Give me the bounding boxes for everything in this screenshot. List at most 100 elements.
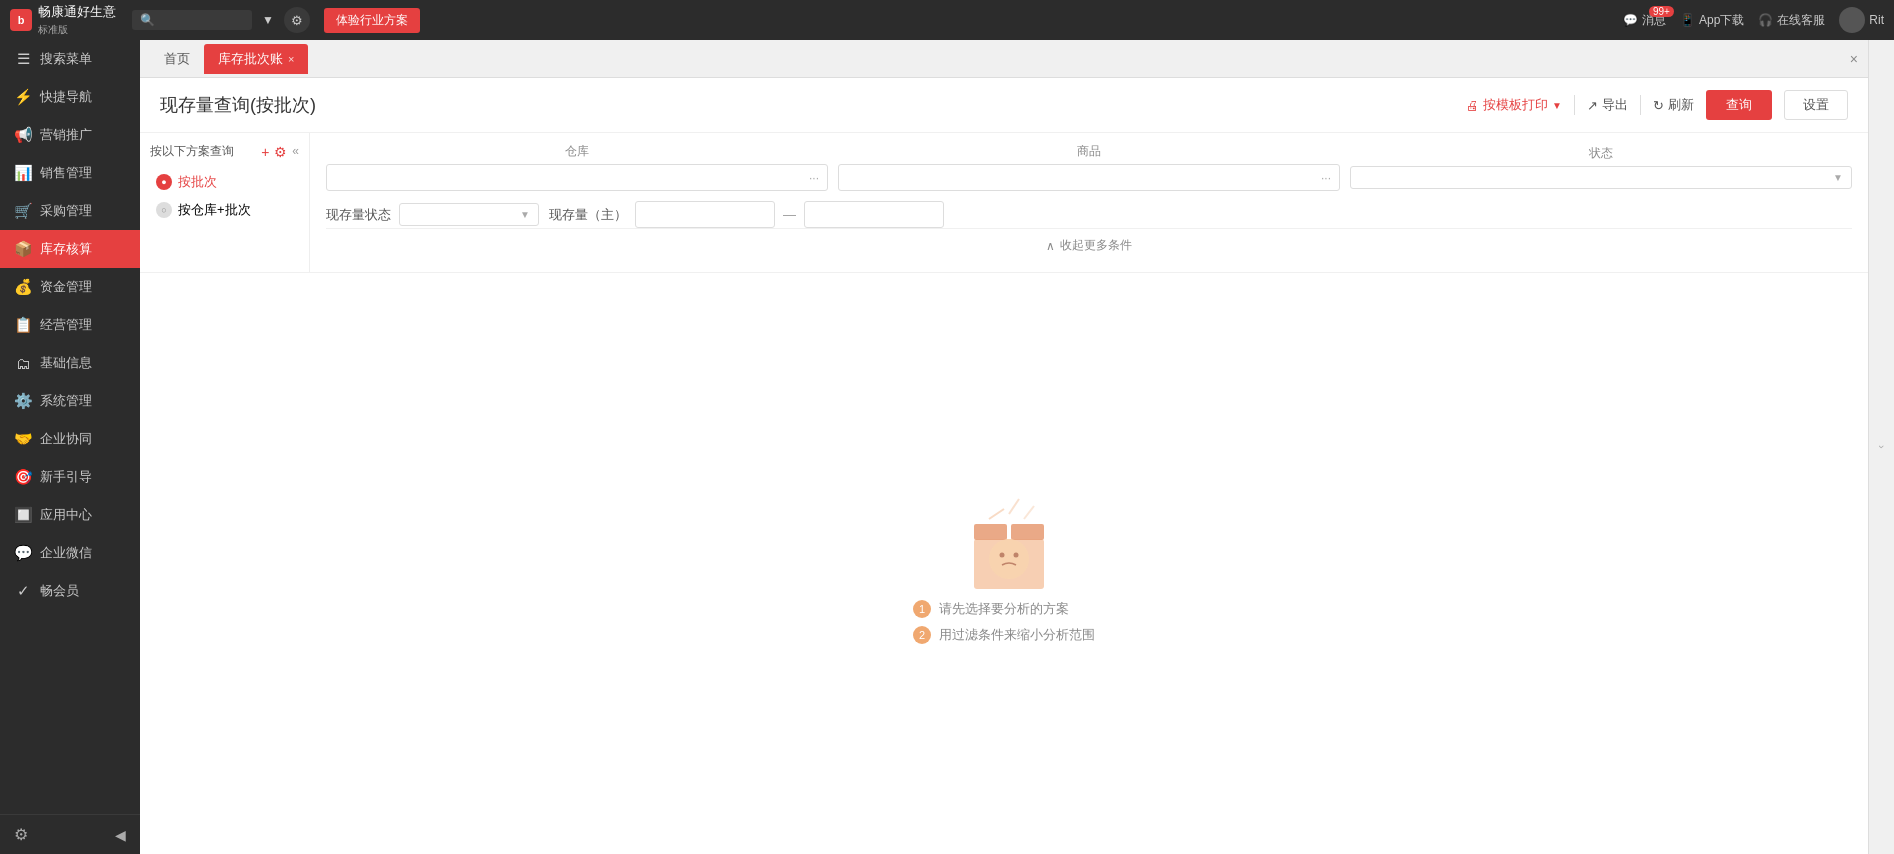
export-label: 导出 <box>1602 96 1628 114</box>
tab-inventory-batch[interactable]: 库存批次账 × <box>204 44 308 74</box>
sidebar-label-marketing: 营销推广 <box>40 126 92 144</box>
tab-active-label: 库存批次账 <box>218 50 283 68</box>
user-profile[interactable]: Rit <box>1839 7 1884 33</box>
version-badge: 标准版 <box>38 23 116 37</box>
sidebar-label-operation: 经营管理 <box>40 316 92 334</box>
system-icon: ⚙️ <box>14 392 32 410</box>
sidebar-item-wechat[interactable]: 💬 企业微信 <box>0 534 140 572</box>
sidebar-collapse-icon[interactable]: ◀ <box>115 827 126 843</box>
collapse-label: 收起更多条件 <box>1060 237 1132 254</box>
hint-1-num: 1 <box>913 600 931 618</box>
sidebar-item-quick-nav[interactable]: ⚡ 快捷导航 <box>0 78 140 116</box>
panel-close-button[interactable]: × <box>1850 51 1858 67</box>
stock-status-select[interactable]: ▼ <box>399 203 539 226</box>
sidebar-item-purchase[interactable]: 🛒 采购管理 <box>0 192 140 230</box>
message-icon: 💬 <box>1623 13 1638 27</box>
sidebar-label-appstore: 应用中心 <box>40 506 92 524</box>
scheme-item-batch[interactable]: ● 按批次 <box>150 168 299 196</box>
print-button[interactable]: 🖨 按模板打印 ▼ <box>1466 96 1562 114</box>
settings-button[interactable]: 设置 <box>1784 90 1848 120</box>
newbie-icon: 🎯 <box>14 468 32 486</box>
warehouse-more-icon[interactable]: ··· <box>809 171 819 185</box>
top-header: b 畅康通好生意 标准版 🔍 ▼ ⚙ 体验行业方案 💬 消息 99+ 📱 App… <box>0 0 1894 40</box>
warehouse-text-input[interactable] <box>335 170 809 185</box>
sidebar-item-finance[interactable]: 💰 资金管理 <box>0 268 140 306</box>
stock-amount-min-input[interactable] <box>635 201 775 228</box>
sidebar-label-purchase: 采购管理 <box>40 202 92 220</box>
query-button[interactable]: 查询 <box>1706 90 1772 120</box>
status-dropdown-icon[interactable]: ▼ <box>1833 172 1843 183</box>
stock-amount-max-input[interactable] <box>804 201 944 228</box>
scheme-actions: + ⚙ « <box>261 144 299 160</box>
sidebar-label-quick-nav: 快捷导航 <box>40 88 92 106</box>
scheme-add-icon[interactable]: + <box>261 144 269 160</box>
tab-home[interactable]: 首页 <box>150 44 204 74</box>
filter-panel: 按以下方案查询 + ⚙ « ● 按批次 ○ 按仓库+批次 <box>140 133 1868 273</box>
sidebar-item-marketing[interactable]: 📢 营销推广 <box>0 116 140 154</box>
refresh-icon: ↻ <box>1653 98 1664 113</box>
product-text-input[interactable] <box>847 170 1321 185</box>
svg-line-8 <box>1024 506 1034 519</box>
svg-point-3 <box>989 539 1029 579</box>
sidebar-label-finance: 资金管理 <box>40 278 92 296</box>
right-panel[interactable]: › <box>1868 40 1894 854</box>
enterprise-icon: 🤝 <box>14 430 32 448</box>
scheme-settings-icon[interactable]: ⚙ <box>274 144 287 160</box>
warehouse-input[interactable]: ··· <box>326 164 828 191</box>
sidebar-item-enterprise[interactable]: 🤝 企业协同 <box>0 420 140 458</box>
right-filter-area: 仓库 ··· 商品 ··· <box>310 133 1868 272</box>
hint-1-text: 请先选择要分析的方案 <box>939 600 1069 618</box>
member-icon: ✓ <box>14 582 32 600</box>
empty-hint-1: 1 请先选择要分析的方案 <box>913 600 1095 618</box>
svg-line-7 <box>1009 499 1019 514</box>
filter-row-1: 仓库 ··· 商品 ··· <box>326 143 1852 191</box>
sidebar-label-inventory: 库存核算 <box>40 240 92 258</box>
content-area: 首页 库存批次账 × × 现存量查询(按批次) 🖨 按模板打印 ▼ <box>140 40 1868 854</box>
sidebar-item-member[interactable]: ✓ 畅会员 <box>0 572 140 610</box>
status-select[interactable]: ▼ <box>1350 166 1852 189</box>
experience-button[interactable]: 体验行业方案 <box>324 8 420 33</box>
tab-home-label: 首页 <box>164 50 190 68</box>
sidebar-item-basics[interactable]: 🗂 基础信息 <box>0 344 140 382</box>
app-download-button[interactable]: 📱 App下载 <box>1680 12 1744 29</box>
sidebar-item-system[interactable]: ⚙️ 系统管理 <box>0 382 140 420</box>
collapse-icon: ∧ <box>1046 239 1055 253</box>
sidebar-item-newbie[interactable]: 🎯 新手引导 <box>0 458 140 496</box>
scheme-item-warehouse-batch[interactable]: ○ 按仓库+批次 <box>150 196 299 224</box>
print-dropdown-icon[interactable]: ▼ <box>1552 100 1562 111</box>
sidebar-item-appstore[interactable]: 🔲 应用中心 <box>0 496 140 534</box>
stock-amount-min-text[interactable] <box>644 207 704 222</box>
right-panel-handle[interactable]: › <box>1876 445 1888 449</box>
finance-icon: 💰 <box>14 278 32 296</box>
hint-2-num: 2 <box>913 626 931 644</box>
stock-amount-dash: — <box>783 207 796 222</box>
online-service-button[interactable]: 🎧 在线客服 <box>1758 12 1825 29</box>
product-input[interactable]: ··· <box>838 164 1340 191</box>
header-dropdown[interactable]: ▼ <box>262 13 274 27</box>
logo-icon: b <box>10 9 32 31</box>
stock-amount-max-text[interactable] <box>813 207 873 222</box>
sidebar-item-sales[interactable]: 📊 销售管理 <box>0 154 140 192</box>
sidebar-item-inventory[interactable]: 📦 库存核算 <box>0 230 140 268</box>
scheme-header: 按以下方案查询 + ⚙ « <box>150 143 299 160</box>
scheme-collapse-icon[interactable]: « <box>292 144 299 160</box>
sidebar-label-enterprise: 企业协同 <box>40 430 92 448</box>
headphone-icon: 🎧 <box>1758 13 1773 27</box>
header-gear-button[interactable]: ⚙ <box>284 7 310 33</box>
refresh-button[interactable]: ↻ 刷新 <box>1653 96 1694 114</box>
main-layout: ☰ 搜索菜单 ⚡ 快捷导航 📢 营销推广 📊 销售管理 🛒 采购管理 📦 库存核… <box>0 40 1894 854</box>
collapse-bar[interactable]: ∧ 收起更多条件 <box>326 228 1852 262</box>
sidebar-label-wechat: 企业微信 <box>40 544 92 562</box>
refresh-label: 刷新 <box>1668 96 1694 114</box>
stock-status-filter: 现存量状态 ▼ <box>326 203 539 226</box>
notification-area[interactable]: 💬 消息 99+ <box>1623 12 1666 29</box>
svg-point-5 <box>1014 552 1019 557</box>
sidebar-settings-icon[interactable]: ⚙ <box>14 825 28 844</box>
product-more-icon[interactable]: ··· <box>1321 171 1331 185</box>
tab-close-icon[interactable]: × <box>288 53 294 65</box>
avatar <box>1839 7 1865 33</box>
sidebar-item-search-menu[interactable]: ☰ 搜索菜单 <box>0 40 140 78</box>
sidebar-item-operation[interactable]: 📋 经营管理 <box>0 306 140 344</box>
header-search[interactable]: 🔍 <box>132 10 252 30</box>
export-button[interactable]: ↗ 导出 <box>1587 96 1628 114</box>
